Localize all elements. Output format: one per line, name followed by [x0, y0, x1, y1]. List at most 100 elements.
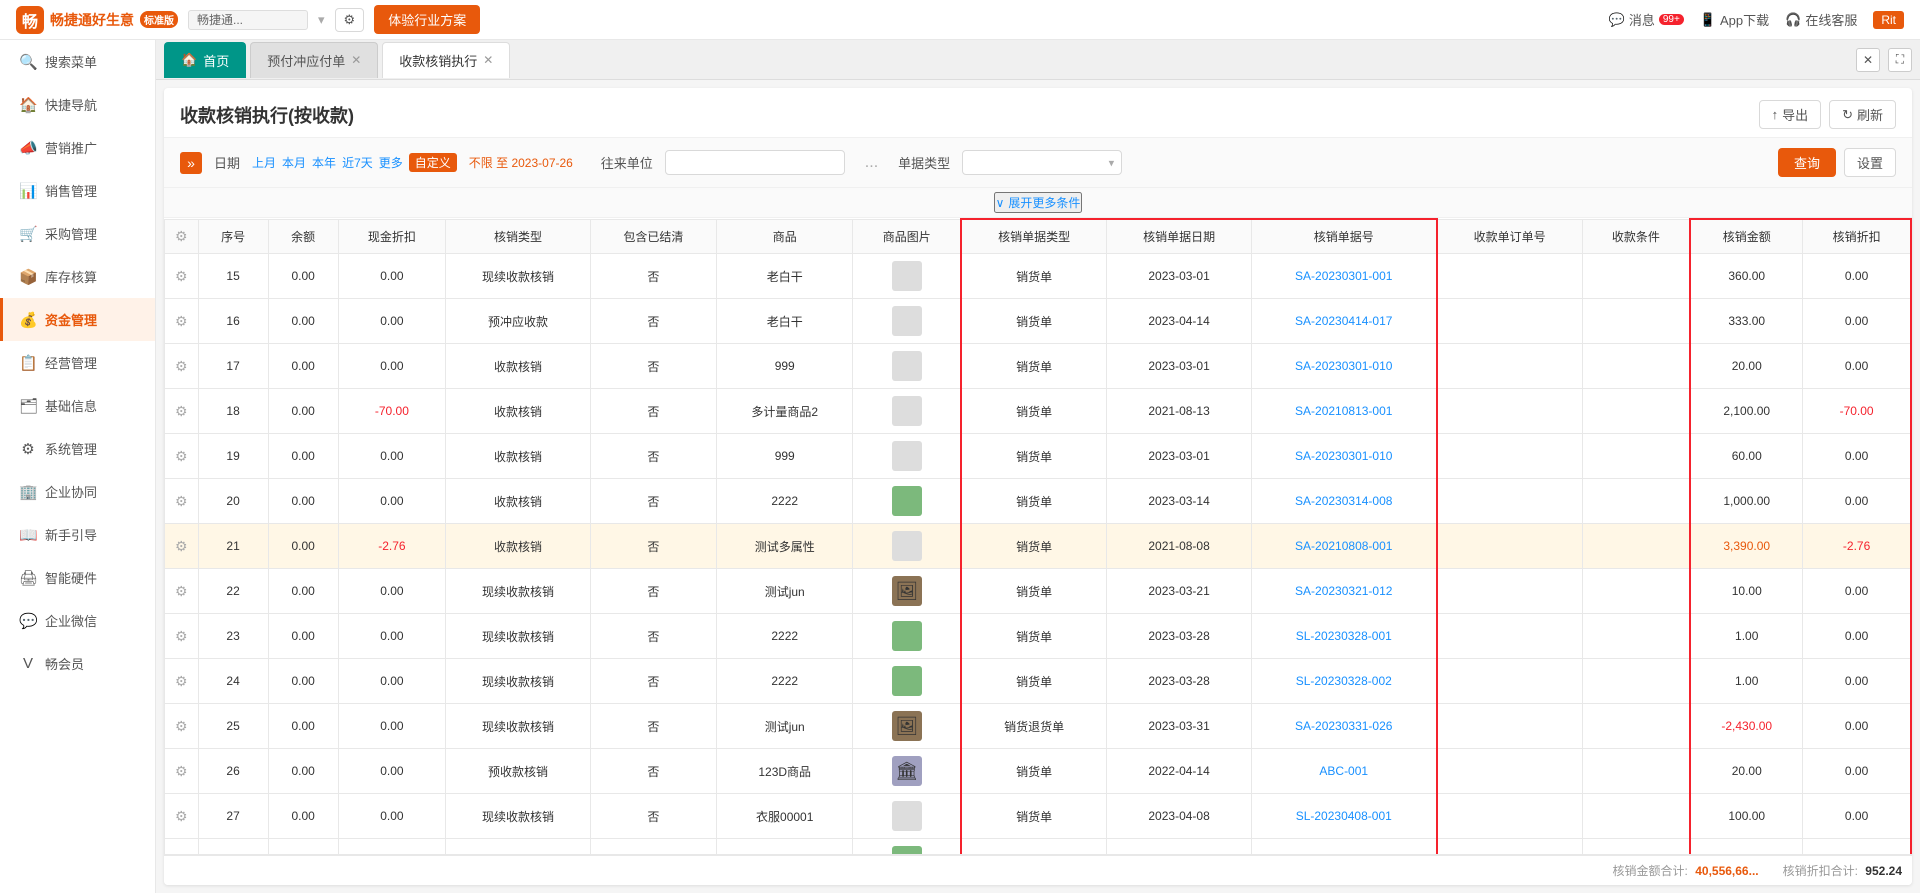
- bill-no-link[interactable]: SA-20210808-001: [1295, 539, 1392, 553]
- bill-no-link[interactable]: SL-20230328-002: [1296, 674, 1392, 688]
- row-settings-icon[interactable]: ⚙: [175, 628, 188, 644]
- row-settings-icon[interactable]: ⚙: [175, 313, 188, 329]
- app-download-btn[interactable]: 📱 App下载: [1700, 10, 1769, 29]
- row-settings-icon[interactable]: ⚙: [175, 448, 188, 464]
- sidebar-item-system[interactable]: ⚙系统管理: [0, 427, 155, 470]
- cell-write-off-bill-no[interactable]: SA-20230301-010: [1251, 344, 1436, 389]
- industry-solution-button[interactable]: 体验行业方案: [374, 5, 480, 34]
- dropdown-icon[interactable]: ▾: [318, 12, 325, 28]
- row-settings-icon[interactable]: ⚙: [175, 403, 188, 419]
- cell-write-off-bill-no[interactable]: SA-20210808-001: [1251, 524, 1436, 569]
- tab-close-window-btn[interactable]: ✕: [1856, 48, 1880, 72]
- cell-write-off-bill-no[interactable]: SA-20230331-026: [1251, 704, 1436, 749]
- bill-no-link[interactable]: SA-20230301-010: [1295, 449, 1392, 463]
- row-settings-icon[interactable]: ⚙: [175, 493, 188, 509]
- tab-home[interactable]: 🏠 首页: [164, 42, 246, 78]
- cell-write-off-bill-no[interactable]: SA-20230301-010: [1251, 434, 1436, 479]
- cell-write-off-bill-no[interactable]: ABC-001: [1251, 749, 1436, 794]
- query-button[interactable]: 查询: [1778, 148, 1836, 177]
- bill-no-link[interactable]: SA-20230321-012: [1295, 584, 1392, 598]
- date-this-month[interactable]: 本月: [282, 154, 306, 171]
- cell-write-off-bill-no[interactable]: SA-20230414-017: [1251, 299, 1436, 344]
- cell-gear[interactable]: ⚙: [165, 794, 199, 839]
- account-selector[interactable]: [188, 10, 308, 30]
- cell-write-off-bill-no[interactable]: SA-20230301-001: [1251, 254, 1436, 299]
- cell-gear[interactable]: ⚙: [165, 299, 199, 344]
- row-settings-icon[interactable]: ⚙: [175, 763, 188, 779]
- expand-more-button[interactable]: ∨ 展开更多条件: [994, 192, 1083, 213]
- receipt-type-select[interactable]: [962, 150, 1122, 175]
- filter-expand-button[interactable]: »: [180, 152, 202, 174]
- refresh-button[interactable]: ↻ 刷新: [1829, 100, 1896, 129]
- row-settings-icon[interactable]: ⚙: [175, 718, 188, 734]
- gear-button[interactable]: ⚙: [335, 8, 365, 32]
- bill-no-link[interactable]: SA-20230301-010: [1295, 359, 1392, 373]
- bill-no-link[interactable]: SA-20210813-001: [1295, 404, 1392, 418]
- tab-prepay[interactable]: 预付冲应付单 ✕: [250, 42, 378, 78]
- row-settings-icon[interactable]: ⚙: [175, 673, 188, 689]
- sidebar-item-guide[interactable]: 📖新手引导: [0, 513, 155, 556]
- row-settings-icon[interactable]: ⚙: [175, 583, 188, 599]
- cell-write-off-bill-no[interactable]: SL-20230328-002: [1251, 659, 1436, 704]
- table-wrap[interactable]: ⚙ 序号 余额 现金折扣 核销类型 包含已结清 商品 商品图片 核销单据类型 核…: [164, 218, 1912, 854]
- sidebar-item-sales[interactable]: 📊销售管理: [0, 169, 155, 212]
- cell-gear[interactable]: ⚙: [165, 614, 199, 659]
- cell-gear[interactable]: ⚙: [165, 659, 199, 704]
- sidebar-item-purchase[interactable]: 🛒采购管理: [0, 212, 155, 255]
- bill-no-link[interactable]: SA-20230331-026: [1295, 719, 1392, 733]
- tab-maximize-btn[interactable]: ⛶: [1888, 48, 1912, 72]
- cell-write-off-bill-no[interactable]: SL-20230408-001: [1251, 794, 1436, 839]
- date-last-7days[interactable]: 近7天: [342, 154, 373, 171]
- date-this-year[interactable]: 本年: [312, 154, 336, 171]
- sidebar-item-basic[interactable]: 🗂基础信息: [0, 384, 155, 427]
- notification-btn[interactable]: 💬 消息 99+: [1609, 10, 1684, 29]
- sidebar-item-quick-nav[interactable]: 🏠快捷导航: [0, 83, 155, 126]
- cell-gear[interactable]: ⚙: [165, 569, 199, 614]
- sidebar-item-member[interactable]: V畅会员: [0, 642, 155, 685]
- date-last-month[interactable]: 上月: [252, 154, 276, 171]
- sidebar-item-inventory[interactable]: 📦库存核算: [0, 255, 155, 298]
- online-service-btn[interactable]: 🎧 在线客服: [1785, 10, 1857, 29]
- cell-gear[interactable]: ⚙: [165, 254, 199, 299]
- row-settings-icon[interactable]: ⚙: [175, 538, 188, 554]
- cell-gear[interactable]: ⚙: [165, 389, 199, 434]
- sidebar-item-corp[interactable]: 🏢企业协同: [0, 470, 155, 513]
- cell-write-off-bill-no[interactable]: SL-20230328-001: [1251, 614, 1436, 659]
- cell-gear[interactable]: ⚙: [165, 704, 199, 749]
- sidebar-item-search[interactable]: 🔍搜索菜单: [0, 40, 155, 83]
- sidebar-item-marketing[interactable]: 📣营销推广: [0, 126, 155, 169]
- setting-button[interactable]: 设置: [1844, 148, 1896, 177]
- export-button[interactable]: ↑ 导出: [1759, 100, 1822, 129]
- tab-receipt[interactable]: 收款核销执行 ✕: [382, 42, 510, 78]
- cell-gear[interactable]: ⚙: [165, 434, 199, 479]
- sidebar-item-finance[interactable]: 💰资金管理: [0, 298, 155, 341]
- bill-no-link[interactable]: SL-20230408-001: [1296, 809, 1392, 823]
- cell-gear[interactable]: ⚙: [165, 749, 199, 794]
- trading-partner-input[interactable]: [665, 150, 845, 175]
- sidebar-item-wechat[interactable]: 💬企业微信: [0, 599, 155, 642]
- bill-no-link[interactable]: ABC-001: [1319, 764, 1368, 778]
- date-more[interactable]: 更多: [379, 154, 403, 171]
- row-settings-icon[interactable]: ⚙: [175, 853, 188, 855]
- date-custom[interactable]: 自定义: [409, 153, 457, 172]
- bill-no-link[interactable]: SA-20230414-017: [1295, 314, 1392, 328]
- cell-write-off-bill-no[interactable]: SL-20230418-001: [1251, 839, 1436, 855]
- tab-receipt-close[interactable]: ✕: [483, 53, 493, 67]
- bill-no-link[interactable]: SL-20230328-001: [1296, 629, 1392, 643]
- cell-write-off-bill-no[interactable]: SA-20210813-001: [1251, 389, 1436, 434]
- cell-gear[interactable]: ⚙: [165, 479, 199, 524]
- cell-gear[interactable]: ⚙: [165, 344, 199, 389]
- col-gear-header[interactable]: ⚙: [165, 219, 199, 254]
- bill-no-link[interactable]: SA-20230314-008: [1295, 494, 1392, 508]
- bill-no-link[interactable]: SA-20230301-001: [1295, 269, 1392, 283]
- sidebar-item-smart-hw[interactable]: 🖨智能硬件: [0, 556, 155, 599]
- tab-prepay-close[interactable]: ✕: [351, 53, 361, 67]
- cell-write-off-bill-no[interactable]: SA-20230314-008: [1251, 479, 1436, 524]
- row-settings-icon[interactable]: ⚙: [175, 808, 188, 824]
- user-avatar[interactable]: Rit: [1873, 11, 1904, 29]
- row-settings-icon[interactable]: ⚙: [175, 268, 188, 284]
- cell-gear[interactable]: ⚙: [165, 524, 199, 569]
- cell-gear[interactable]: ⚙: [165, 839, 199, 855]
- row-settings-icon[interactable]: ⚙: [175, 358, 188, 374]
- cell-write-off-bill-no[interactable]: SA-20230321-012: [1251, 569, 1436, 614]
